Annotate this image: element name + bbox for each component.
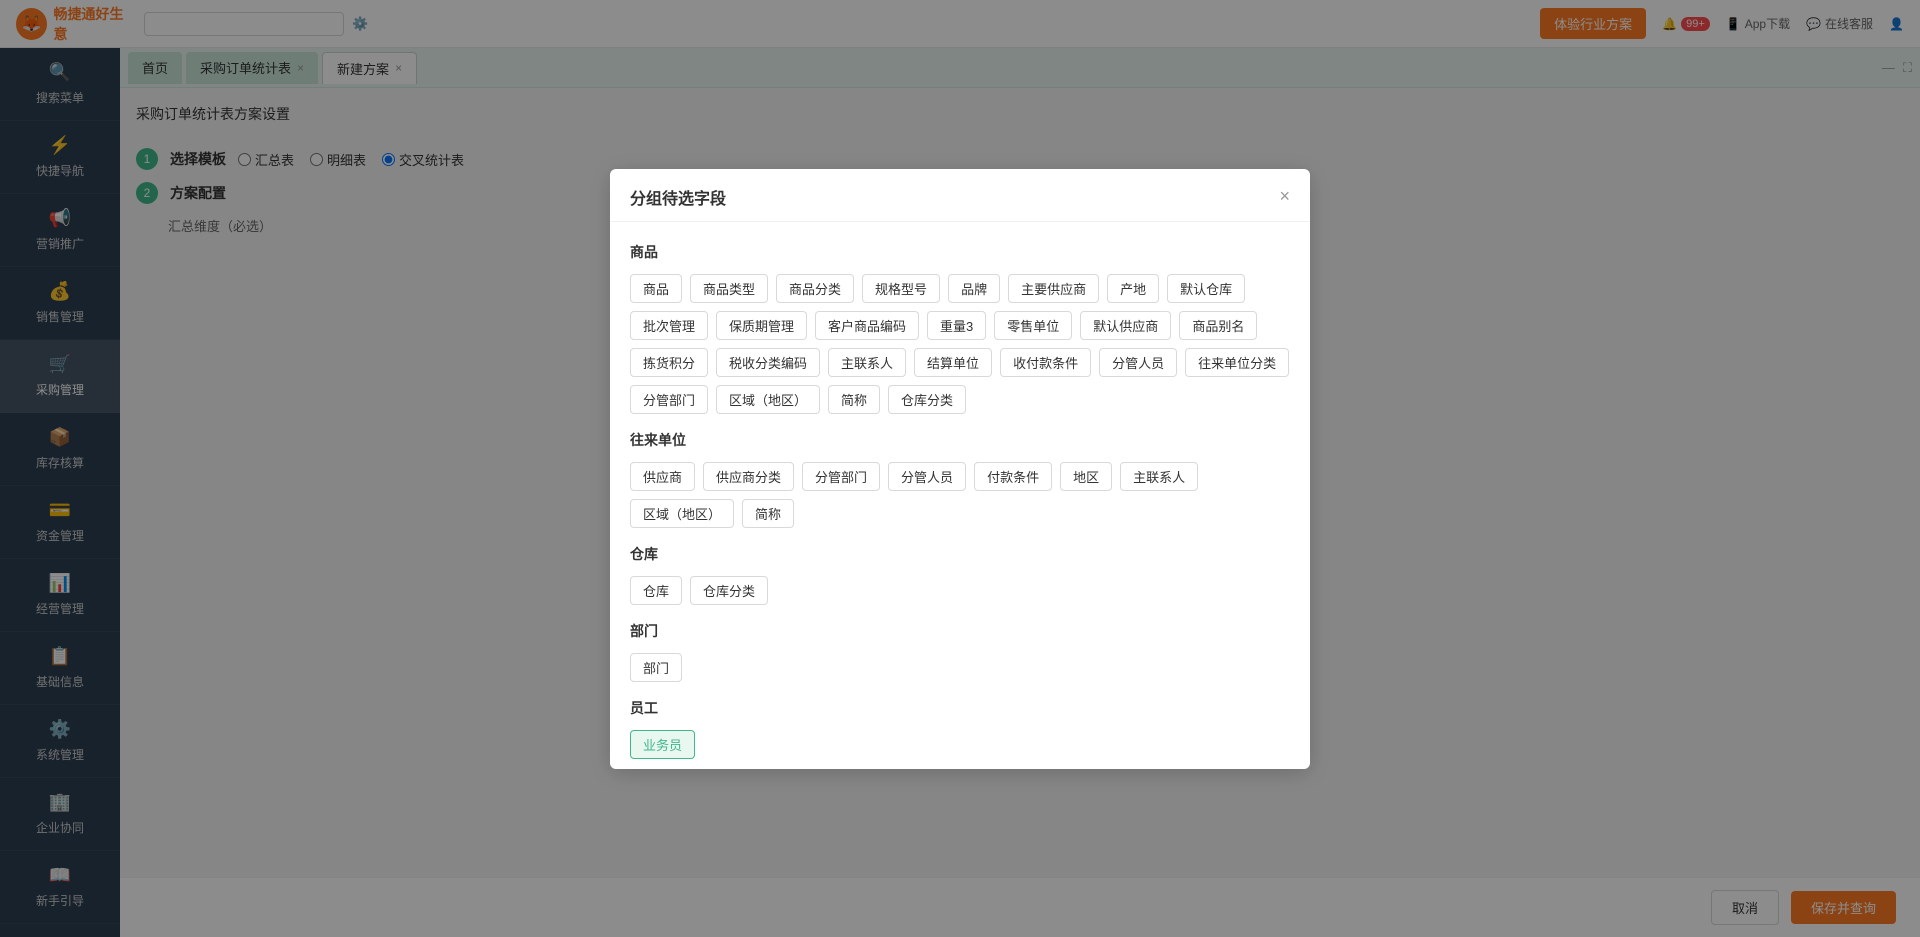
dialog-overlay: 分组待选字段 × 商品 商品 商品类型 商品分类 规格型号 品牌 主要供应商 产… bbox=[0, 0, 1920, 937]
dialog-close-btn[interactable]: × bbox=[1279, 186, 1290, 207]
tag-supplier-category[interactable]: 供应商分类 bbox=[703, 462, 794, 491]
tag-area-partner[interactable]: 区域（地区） bbox=[630, 499, 734, 528]
tag-main-contact[interactable]: 主联系人 bbox=[828, 348, 906, 377]
tag-warehouse-category[interactable]: 仓库分类 bbox=[690, 576, 768, 605]
tag-supervisor-partner[interactable]: 分管人员 bbox=[888, 462, 966, 491]
tag-warehouse-category-goods[interactable]: 仓库分类 bbox=[888, 385, 966, 414]
tag-brand[interactable]: 品牌 bbox=[948, 274, 1000, 303]
tag-origin[interactable]: 产地 bbox=[1107, 274, 1159, 303]
section-goods-tags: 商品 商品类型 商品分类 规格型号 品牌 主要供应商 产地 默认仓库 批次管理 … bbox=[630, 274, 1290, 414]
tag-short-name-goods[interactable]: 简称 bbox=[828, 385, 880, 414]
tag-department[interactable]: 部门 bbox=[630, 653, 682, 682]
tag-pick-score[interactable]: 拣货积分 bbox=[630, 348, 708, 377]
tag-weight3[interactable]: 重量3 bbox=[927, 311, 986, 340]
tag-goods[interactable]: 商品 bbox=[630, 274, 682, 303]
section-partner-title: 往来单位 bbox=[630, 430, 1290, 450]
tag-region-partner[interactable]: 地区 bbox=[1060, 462, 1112, 491]
tag-goods-type[interactable]: 商品类型 bbox=[690, 274, 768, 303]
tag-warehouse[interactable]: 仓库 bbox=[630, 576, 682, 605]
dialog-title: 分组待选字段 bbox=[630, 185, 726, 209]
section-employee-title: 员工 bbox=[630, 698, 1290, 718]
dialog-header: 分组待选字段 × bbox=[610, 169, 1310, 222]
tag-default-warehouse[interactable]: 默认仓库 bbox=[1167, 274, 1245, 303]
section-warehouse-title: 仓库 bbox=[630, 544, 1290, 564]
section-partner-tags: 供应商 供应商分类 分管部门 分管人员 付款条件 地区 主联系人 区域（地区） … bbox=[630, 462, 1290, 528]
tag-tax-code[interactable]: 税收分类编码 bbox=[716, 348, 820, 377]
tag-payment-terms-partner[interactable]: 付款条件 bbox=[974, 462, 1052, 491]
dialog-body: 商品 商品 商品类型 商品分类 规格型号 品牌 主要供应商 产地 默认仓库 批次… bbox=[610, 222, 1310, 769]
tag-partner-category[interactable]: 往来单位分类 bbox=[1185, 348, 1289, 377]
dialog: 分组待选字段 × 商品 商品 商品类型 商品分类 规格型号 品牌 主要供应商 产… bbox=[610, 169, 1310, 769]
section-goods-title: 商品 bbox=[630, 242, 1290, 262]
tag-supervisor[interactable]: 分管人员 bbox=[1099, 348, 1177, 377]
section-employee-tags: 业务员 bbox=[630, 730, 1290, 759]
tag-spec-model[interactable]: 规格型号 bbox=[862, 274, 940, 303]
tag-region-goods[interactable]: 区域（地区） bbox=[716, 385, 820, 414]
tag-short-name-partner[interactable]: 简称 bbox=[742, 499, 794, 528]
section-dept-title: 部门 bbox=[630, 621, 1290, 641]
tag-settlement-unit[interactable]: 结算单位 bbox=[914, 348, 992, 377]
tag-supplier[interactable]: 供应商 bbox=[630, 462, 695, 491]
tag-main-contact-partner[interactable]: 主联系人 bbox=[1120, 462, 1198, 491]
tag-goods-category[interactable]: 商品分类 bbox=[776, 274, 854, 303]
tag-shelf-life[interactable]: 保质期管理 bbox=[716, 311, 807, 340]
section-warehouse-tags: 仓库 仓库分类 bbox=[630, 576, 1290, 605]
tag-salesman[interactable]: 业务员 bbox=[630, 730, 695, 759]
section-dept-tags: 部门 bbox=[630, 653, 1290, 682]
tag-payment-terms[interactable]: 收付款条件 bbox=[1000, 348, 1091, 377]
tag-retail-unit[interactable]: 零售单位 bbox=[994, 311, 1072, 340]
tag-customer-code[interactable]: 客户商品编码 bbox=[815, 311, 919, 340]
tag-dept[interactable]: 分管部门 bbox=[630, 385, 708, 414]
tag-dept-partner[interactable]: 分管部门 bbox=[802, 462, 880, 491]
tag-batch-mgmt[interactable]: 批次管理 bbox=[630, 311, 708, 340]
tag-default-supplier[interactable]: 默认供应商 bbox=[1080, 311, 1171, 340]
tag-main-supplier[interactable]: 主要供应商 bbox=[1008, 274, 1099, 303]
tag-goods-alias[interactable]: 商品别名 bbox=[1179, 311, 1257, 340]
